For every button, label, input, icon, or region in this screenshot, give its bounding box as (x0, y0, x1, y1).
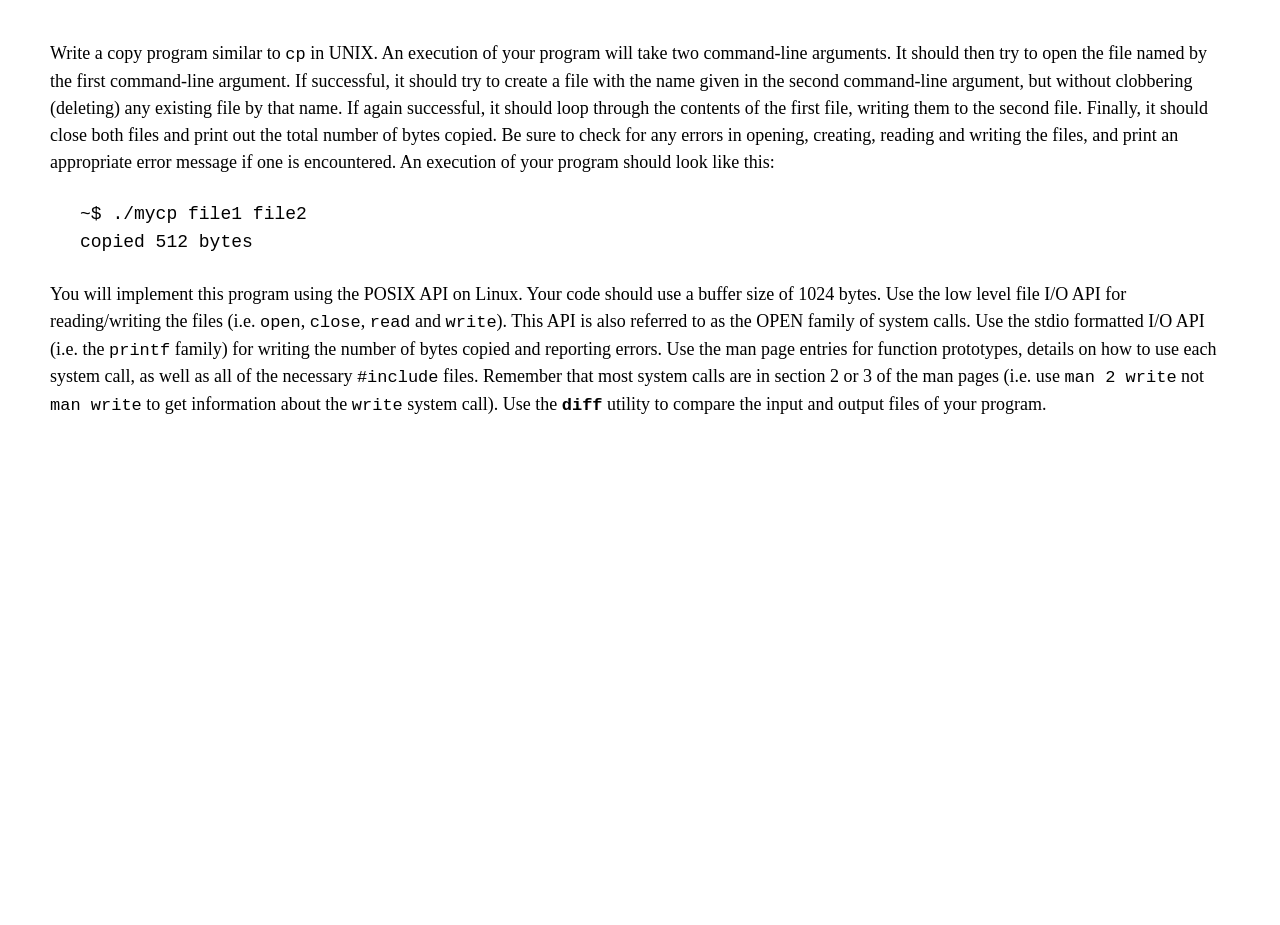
paragraph-2: You will implement this program using th… (50, 281, 1230, 418)
para2-text6: system call). Use the (403, 394, 562, 414)
open-code: open (260, 313, 301, 332)
write-code1: write (446, 313, 497, 332)
close-code: close (310, 313, 361, 332)
cp-code: cp (285, 45, 305, 64)
para1-text1: Write a copy program similar to (50, 43, 285, 63)
code-line-1: ~$ ./mycp file1 file2 (80, 200, 1230, 229)
include-code: #include (357, 368, 439, 387)
para2-text7: utility to compare the input and output … (603, 394, 1047, 414)
para2-text4: files. Remember that most system calls a… (439, 366, 1065, 386)
man2write-code: man 2 write (1064, 368, 1176, 387)
para2-comma2: , (361, 311, 370, 331)
diff-code: diff (562, 396, 603, 415)
manwrite-code: man write (50, 396, 142, 415)
read-code: read (370, 313, 411, 332)
printf-code: printf (109, 341, 170, 360)
write-code2: write (352, 396, 403, 415)
paragraph-1: Write a copy program similar to cp in UN… (50, 40, 1230, 176)
code-line-2: copied 512 bytes (80, 228, 1230, 257)
para2-and: and (411, 311, 446, 331)
para2-not: not (1177, 366, 1205, 386)
main-content: Write a copy program similar to cp in UN… (50, 40, 1230, 418)
code-example: ~$ ./mycp file1 file2 copied 512 bytes (80, 200, 1230, 258)
para2-comma1: , (301, 311, 310, 331)
para2-text5: to get information about the (142, 394, 352, 414)
